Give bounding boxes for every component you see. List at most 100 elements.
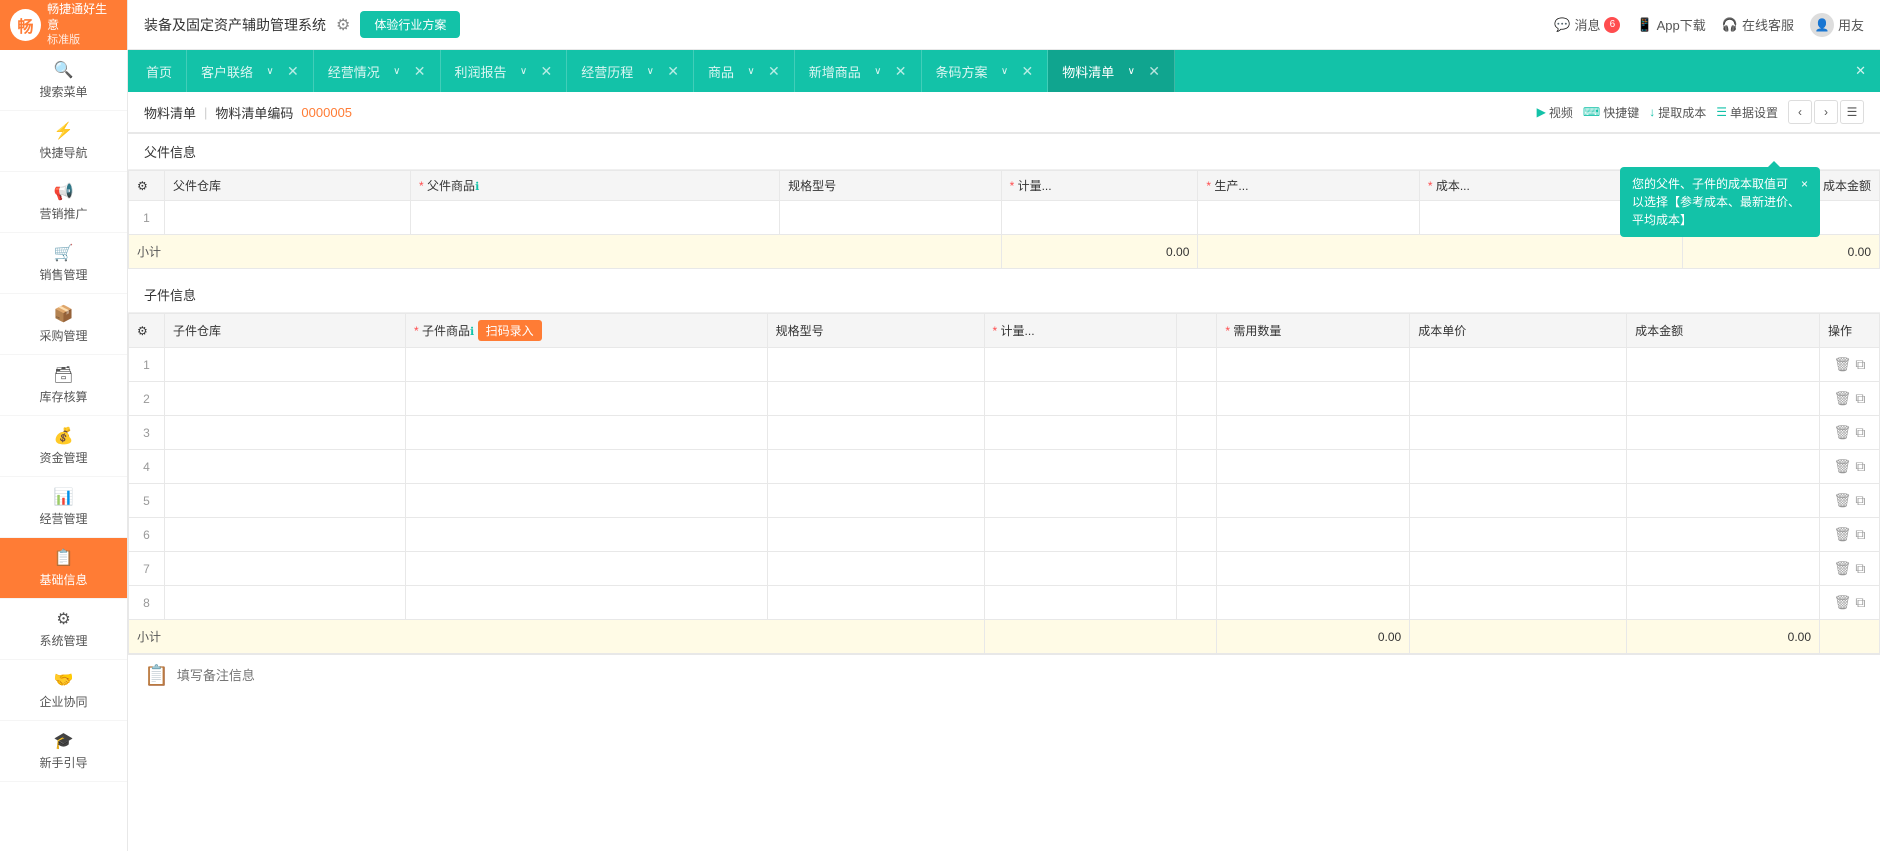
prev-arrow[interactable]: ‹ (1788, 100, 1812, 124)
parent-product-cell[interactable] (411, 201, 780, 235)
settings-icon[interactable]: ⚙ (336, 15, 350, 35)
child-product-cell[interactable] (406, 518, 768, 552)
close-all-tabs[interactable]: ✕ (1845, 63, 1876, 79)
child-qty-cell[interactable] (1217, 450, 1410, 484)
child-unit-cell[interactable] (984, 450, 1177, 484)
delete-icon[interactable]: 🗑 (1834, 526, 1852, 543)
child-unitprice-cell[interactable] (1410, 484, 1627, 518)
breadcrumb-main[interactable]: 物料清单 (144, 103, 196, 122)
child-unit-cell[interactable] (984, 552, 1177, 586)
child-amount-cell[interactable] (1627, 552, 1820, 586)
copy-icon[interactable]: ⧉ (1855, 526, 1865, 543)
copy-icon[interactable]: ⧉ (1855, 594, 1865, 611)
child-product-cell[interactable] (406, 484, 768, 518)
sidebar-item-marketing[interactable]: 📢营销推广 (0, 172, 127, 233)
sidebar-item-guide[interactable]: 🎓新手引导 (0, 721, 127, 782)
tab-dropdown-2[interactable]: ∨ (390, 64, 404, 78)
child-amount-cell[interactable] (1627, 450, 1820, 484)
child-product-cell[interactable] (406, 552, 768, 586)
tab-dropdown-7[interactable]: ∨ (998, 64, 1012, 78)
child-warehouse-cell[interactable] (165, 450, 406, 484)
nav-tab-6[interactable]: 新增商品∨✕ (795, 50, 922, 92)
sidebar-item-inventory[interactable]: 🗃库存核算 (0, 355, 127, 416)
tab-dropdown-4[interactable]: ∨ (643, 64, 657, 78)
child-amount-cell[interactable] (1627, 518, 1820, 552)
nav-tab-2[interactable]: 经营情况∨✕ (314, 50, 441, 92)
sidebar-item-purchase[interactable]: 📦采购管理 (0, 294, 127, 355)
child-qty-cell[interactable] (1217, 348, 1410, 382)
tab-close-7[interactable]: ✕ (1022, 63, 1034, 80)
trial-button[interactable]: 体验行业方案 (360, 11, 460, 38)
child-unitprice-cell[interactable] (1410, 382, 1627, 416)
child-unit-cell[interactable] (984, 382, 1177, 416)
child-spec-cell[interactable] (767, 450, 984, 484)
child-product-cell[interactable] (406, 348, 768, 382)
single-setting-btn[interactable]: ☰ 单据设置 (1716, 104, 1778, 121)
online-service-btn[interactable]: 🎧 在线客服 (1722, 15, 1794, 34)
nav-tab-3[interactable]: 利润报告∨✕ (441, 50, 568, 92)
tab-dropdown-5[interactable]: ∨ (744, 64, 758, 78)
child-unit-cell[interactable] (984, 416, 1177, 450)
parent-unit-cell[interactable] (1001, 201, 1198, 235)
delete-icon[interactable]: 🗑 (1834, 560, 1852, 577)
child-qty-cell[interactable] (1217, 518, 1410, 552)
child-unitprice-cell[interactable] (1410, 518, 1627, 552)
tab-close-2[interactable]: ✕ (414, 63, 426, 80)
sidebar-item-quick-nav[interactable]: ⚡快捷导航 (0, 111, 127, 172)
child-amount-cell[interactable] (1627, 348, 1820, 382)
copy-icon[interactable]: ⧉ (1855, 458, 1865, 475)
copy-icon[interactable]: ⧉ (1855, 356, 1865, 373)
parent-spec-cell[interactable] (780, 201, 1001, 235)
tab-close-1[interactable]: ✕ (287, 63, 299, 80)
child-unitprice-cell[interactable] (1410, 586, 1627, 620)
child-product-cell[interactable] (406, 382, 768, 416)
next-arrow[interactable]: › (1814, 100, 1838, 124)
shortcut-btn[interactable]: ⌨ 快捷键 (1583, 104, 1639, 121)
child-amount-cell[interactable] (1627, 586, 1820, 620)
nav-tab-8[interactable]: 物料清单∨✕ (1048, 50, 1175, 92)
child-config-icon[interactable]: ⚙ (137, 324, 148, 338)
delete-icon[interactable]: 🗑 (1834, 356, 1852, 373)
copy-icon[interactable]: ⧉ (1855, 492, 1865, 509)
child-warehouse-cell[interactable] (165, 518, 406, 552)
tab-dropdown-3[interactable]: ∨ (517, 64, 531, 78)
sidebar-item-search[interactable]: 🔍搜索菜单 (0, 50, 127, 111)
tab-dropdown-1[interactable]: ∨ (263, 64, 277, 78)
copy-icon[interactable]: ⧉ (1855, 390, 1865, 407)
view-btn[interactable]: ▶ 视频 (1537, 104, 1573, 121)
child-spec-cell[interactable] (767, 348, 984, 382)
child-unit-cell[interactable] (984, 518, 1177, 552)
user-menu[interactable]: 👤 用友 (1810, 13, 1864, 37)
child-unit-cell[interactable] (984, 586, 1177, 620)
child-spec-cell[interactable] (767, 518, 984, 552)
child-unit-cell[interactable] (984, 484, 1177, 518)
child-qty-cell[interactable] (1217, 586, 1410, 620)
copy-icon[interactable]: ⧉ (1855, 424, 1865, 441)
menu-arrow[interactable]: ☰ (1840, 100, 1864, 124)
tab-close-3[interactable]: ✕ (541, 63, 553, 80)
tab-close-6[interactable]: ✕ (895, 63, 907, 80)
sidebar-item-finance[interactable]: 💰资金管理 (0, 416, 127, 477)
remarks-input[interactable] (177, 668, 1864, 683)
child-warehouse-cell[interactable] (165, 416, 406, 450)
nav-tab-7[interactable]: 条码方案∨✕ (922, 50, 1049, 92)
copy-icon[interactable]: ⧉ (1855, 560, 1865, 577)
child-unitprice-cell[interactable] (1410, 416, 1627, 450)
child-unit-cell[interactable] (984, 348, 1177, 382)
scan-button[interactable]: 扫码录入 (478, 320, 542, 341)
child-warehouse-cell[interactable] (165, 586, 406, 620)
sidebar-item-system[interactable]: ⚙系统管理 (0, 599, 127, 660)
child-spec-cell[interactable] (767, 382, 984, 416)
sidebar-item-operations[interactable]: 📊经营管理 (0, 477, 127, 538)
delete-icon[interactable]: 🗑 (1834, 492, 1852, 509)
tab-dropdown-6[interactable]: ∨ (871, 64, 885, 78)
nav-tab-1[interactable]: 客户联络∨✕ (187, 50, 314, 92)
child-unitprice-cell[interactable] (1410, 348, 1627, 382)
app-download-btn[interactable]: 📱 App下载 (1636, 15, 1705, 34)
nav-tab-4[interactable]: 经营历程∨✕ (567, 50, 694, 92)
child-product-cell[interactable] (406, 416, 768, 450)
child-spec-cell[interactable] (767, 552, 984, 586)
extract-cost-btn[interactable]: ↓ 提取成本 (1649, 104, 1706, 121)
child-qty-cell[interactable] (1217, 484, 1410, 518)
delete-icon[interactable]: 🗑 (1834, 594, 1852, 611)
